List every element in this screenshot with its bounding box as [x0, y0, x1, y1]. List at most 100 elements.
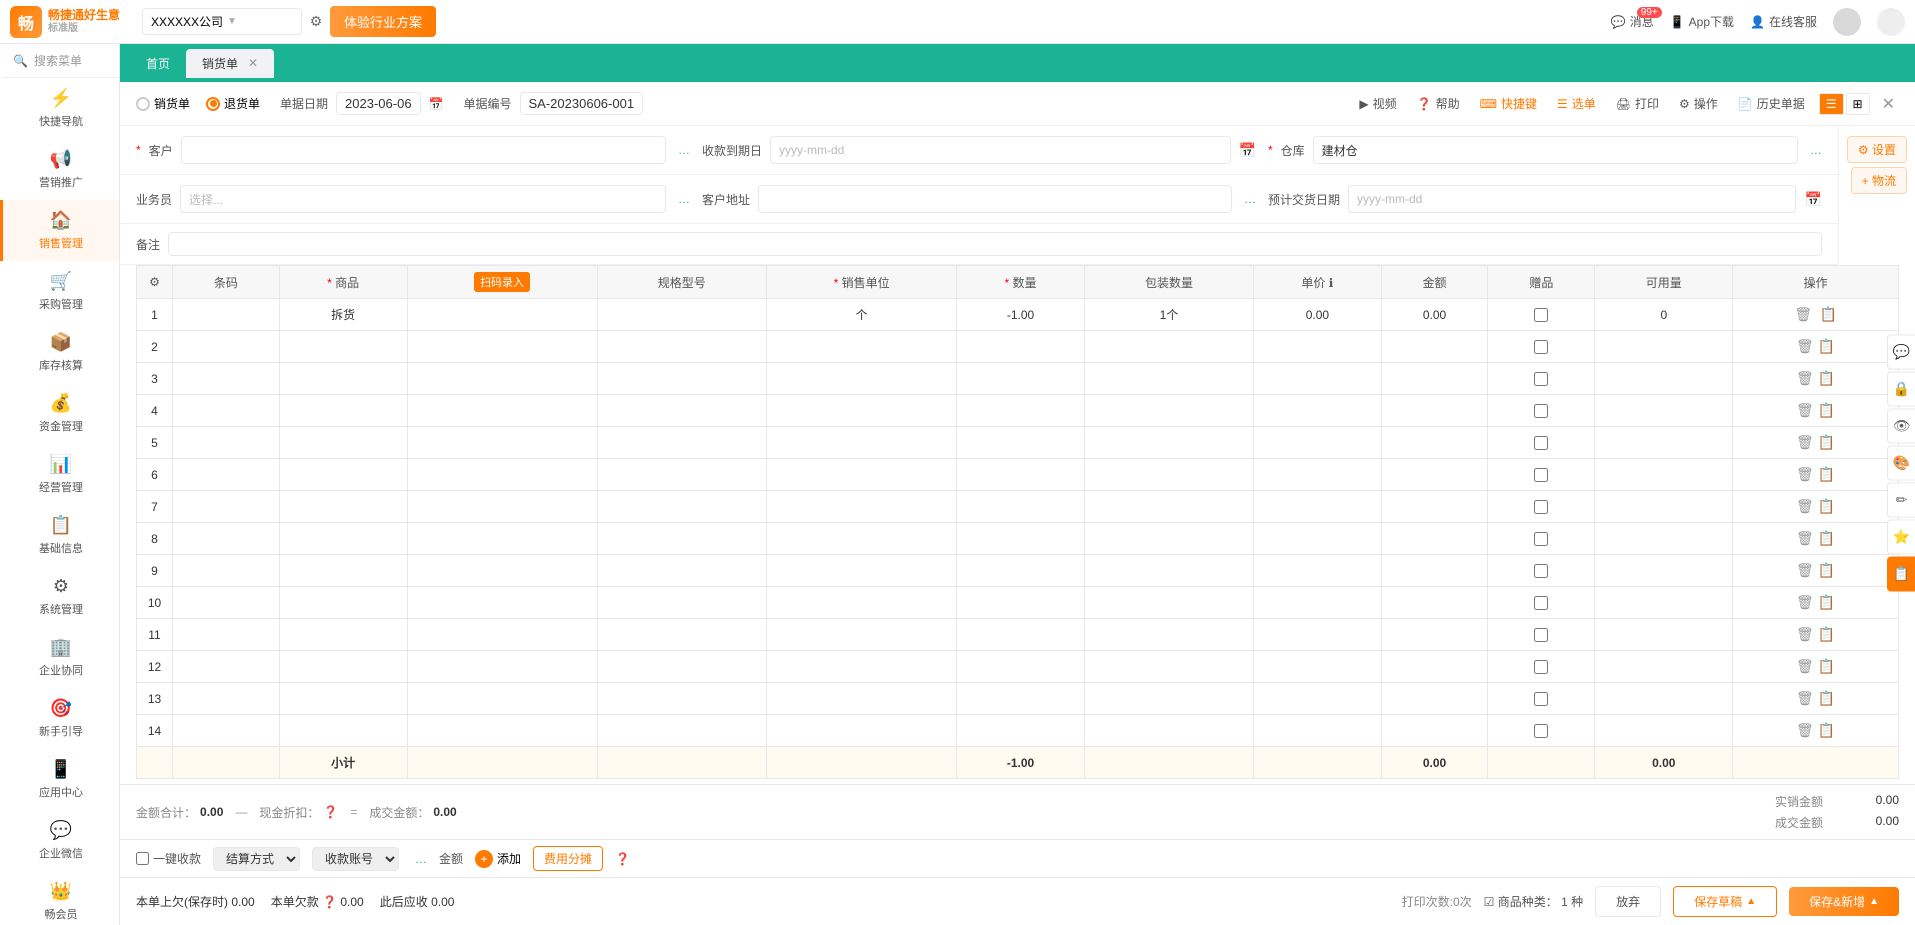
- gift-checkbox[interactable]: [1534, 468, 1548, 482]
- gift-checkbox[interactable]: [1534, 532, 1548, 546]
- save-draft-button[interactable]: 保存草稿 ▲: [1673, 886, 1777, 917]
- toolbar-history-btn[interactable]: 📄 历史单据: [1732, 92, 1811, 115]
- gift-checkbox[interactable]: [1534, 308, 1548, 322]
- scan-button[interactable]: 扫码录入: [474, 272, 530, 292]
- row-quantity[interactable]: -1.00: [957, 299, 1085, 331]
- delete-btn[interactable]: 🗑: [1796, 466, 1814, 482]
- delete-btn[interactable]: 🗑: [1796, 370, 1814, 386]
- message-btn[interactable]: 💬 消息 99+: [1611, 13, 1654, 30]
- settings-button[interactable]: ⚙ 设置: [1847, 136, 1907, 163]
- copy-btn[interactable]: 📋: [1818, 594, 1835, 610]
- delivery-date-calendar-icon[interactable]: 📅: [1804, 191, 1821, 208]
- date-calendar-icon[interactable]: 📅: [429, 97, 444, 111]
- copy-btn[interactable]: 📋: [1818, 338, 1835, 354]
- row-barcode[interactable]: [173, 299, 280, 331]
- copy-btn[interactable]: 📋: [1818, 530, 1835, 546]
- row-spec[interactable]: [597, 299, 766, 331]
- sidebar-item-purchase[interactable]: 🛒 采购管理: [0, 261, 119, 322]
- expense-split-btn[interactable]: 费用分摊: [533, 846, 603, 871]
- form-close-btn[interactable]: ✕: [1878, 94, 1899, 114]
- view-grid-btn[interactable]: ⊞: [1846, 93, 1870, 115]
- toolbar-select-btn[interactable]: ☰ 选单: [1551, 92, 1602, 115]
- gift-checkbox[interactable]: [1534, 340, 1548, 354]
- gift-checkbox[interactable]: [1534, 372, 1548, 386]
- avatar[interactable]: [1833, 8, 1861, 36]
- copy-btn[interactable]: 📋: [1818, 562, 1835, 578]
- payment-dots[interactable]: …: [415, 852, 427, 866]
- toolbar-shortcut-btn[interactable]: ⌨ 快捷键: [1474, 92, 1543, 115]
- gift-checkbox[interactable]: [1534, 500, 1548, 514]
- salesperson-dots[interactable]: …: [678, 192, 690, 206]
- float-edit-btn[interactable]: ✏: [1887, 482, 1915, 517]
- payment-account-select[interactable]: 收款账号: [312, 847, 399, 871]
- discard-button[interactable]: 放弃: [1595, 886, 1661, 917]
- warehouse-dots[interactable]: …: [1810, 143, 1822, 157]
- tab-home[interactable]: 首页: [130, 49, 186, 78]
- discount-help-icon[interactable]: ❓: [323, 805, 338, 819]
- sidebar-item-guide[interactable]: 🎯 新手引导: [0, 688, 119, 749]
- delete-btn[interactable]: 🗑: [1796, 402, 1814, 418]
- copy-btn[interactable]: 📋: [1818, 626, 1835, 642]
- sidebar-item-inventory[interactable]: 📦 库存核算: [0, 322, 119, 383]
- warehouse-input[interactable]: 建材仓: [1313, 136, 1798, 164]
- float-palette-btn[interactable]: 🎨: [1887, 445, 1915, 480]
- delete-btn[interactable]: 🗑: [1794, 306, 1812, 322]
- payment-due-input[interactable]: yyyy-mm-dd: [770, 136, 1231, 164]
- delete-btn[interactable]: 🗑: [1796, 690, 1814, 706]
- customer-address-dots[interactable]: …: [1244, 192, 1256, 206]
- radio-return[interactable]: 退货单: [206, 95, 260, 112]
- toolbar-help-btn[interactable]: ❓ 帮助: [1411, 92, 1466, 115]
- copy-btn[interactable]: 📋: [1818, 402, 1835, 418]
- sidebar-item-sales[interactable]: 🏠 销售管理: [0, 200, 119, 261]
- delete-btn[interactable]: 🗑: [1796, 498, 1814, 514]
- sidebar-item-marketing[interactable]: 📢 营销推广: [0, 139, 119, 200]
- copy-btn[interactable]: 📋: [1818, 498, 1835, 514]
- sidebar-item-quick-nav[interactable]: ⚡ 快捷导航: [0, 78, 119, 139]
- gift-checkbox[interactable]: [1534, 660, 1548, 674]
- customer-input[interactable]: [181, 136, 666, 164]
- total-owe-help-icon[interactable]: ❓: [322, 895, 337, 909]
- copy-btn[interactable]: 📋: [1818, 434, 1835, 450]
- delete-btn[interactable]: 🗑: [1796, 530, 1814, 546]
- delete-btn[interactable]: 🗑: [1796, 658, 1814, 674]
- gift-checkbox[interactable]: [1534, 404, 1548, 418]
- logistics-button[interactable]: + 物流: [1851, 167, 1907, 194]
- one-click-checkbox[interactable]: [136, 852, 149, 865]
- copy-btn[interactable]: 📋: [1818, 658, 1835, 674]
- delete-btn[interactable]: 🗑: [1796, 626, 1814, 642]
- sidebar-item-basic-info[interactable]: 📋 基础信息: [0, 505, 119, 566]
- toolbar-print-btn[interactable]: 🖨 打印: [1610, 92, 1665, 115]
- salesperson-input[interactable]: 选择...: [180, 185, 666, 213]
- float-star-btn[interactable]: ⭐: [1887, 519, 1915, 554]
- sidebar-item-operations[interactable]: 📊 经营管理: [0, 444, 119, 505]
- delete-btn[interactable]: 🗑: [1796, 434, 1814, 450]
- company-selector[interactable]: XXXXXX公司 ▼: [142, 8, 302, 35]
- add-payment-btn[interactable]: +: [475, 850, 493, 868]
- gift-checkbox[interactable]: [1534, 596, 1548, 610]
- save-new-button[interactable]: 保存&新增 ▲: [1789, 887, 1899, 916]
- copy-btn[interactable]: 📋: [1820, 306, 1837, 322]
- gift-checkbox[interactable]: [1534, 436, 1548, 450]
- customer-dots[interactable]: …: [678, 143, 690, 157]
- toolbar-operate-btn[interactable]: ⚙ 操作: [1673, 92, 1724, 115]
- delete-btn[interactable]: 🗑: [1796, 338, 1814, 354]
- gift-checkbox[interactable]: [1534, 628, 1548, 642]
- gift-checkbox[interactable]: [1534, 724, 1548, 738]
- sidebar-item-app-center[interactable]: 📱 应用中心: [0, 749, 119, 810]
- sidebar-item-wechat[interactable]: 💬 企业微信: [0, 810, 119, 871]
- view-list-btn[interactable]: ☰: [1819, 93, 1844, 115]
- sidebar-item-system[interactable]: ⚙ 系统管理: [0, 566, 119, 627]
- number-value[interactable]: SA-20230606-001: [520, 92, 644, 115]
- toolbar-video-btn[interactable]: ▶ 视频: [1353, 92, 1402, 115]
- float-action-btn[interactable]: 📋: [1887, 556, 1915, 591]
- product-kind[interactable]: ☑ 商品种类： 1 种: [1484, 893, 1583, 910]
- row-unit[interactable]: 个: [766, 299, 956, 331]
- expense-help-icon[interactable]: ❓: [615, 852, 630, 866]
- one-click-payment[interactable]: 一键收款: [136, 850, 201, 867]
- radio-sales[interactable]: 销货单: [136, 95, 190, 112]
- delivery-date-input[interactable]: yyyy-mm-dd: [1348, 185, 1797, 213]
- gift-checkbox[interactable]: [1534, 692, 1548, 706]
- float-eye-btn[interactable]: 👁: [1887, 408, 1915, 443]
- tab-sales-order[interactable]: 销货单 ✕: [186, 49, 274, 78]
- copy-btn[interactable]: 📋: [1818, 690, 1835, 706]
